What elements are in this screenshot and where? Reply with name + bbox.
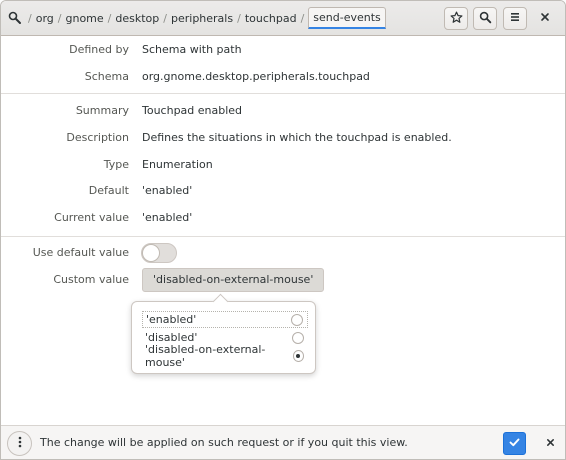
path-segment-org[interactable]: org (36, 12, 54, 25)
custom-value-row: Custom value 'disabled-on-external-mouse… (1, 268, 565, 292)
search-in-path-icon[interactable] (6, 7, 24, 29)
path-segment-current-key[interactable]: send-events (308, 7, 386, 29)
description-label: Description (66, 131, 129, 144)
defined-by-label: Defined by (69, 43, 129, 56)
current-value-row: Current value 'enabled' (1, 208, 565, 228)
path-separator: / (57, 11, 62, 25)
schema-row: Schema org.gnome.desktop.peripherals.tou… (1, 67, 565, 87)
option-disabled-on-external-mouse[interactable]: 'disabled-on-external-mouse' (142, 343, 308, 369)
separator (1, 93, 565, 94)
path-separator: / (237, 11, 241, 25)
default-row: Default 'enabled' (1, 181, 565, 201)
main-menu-button[interactable] (503, 7, 527, 30)
schema-label: Schema (84, 70, 129, 83)
option-label: 'enabled' (146, 313, 197, 326)
custom-value-dropdown[interactable]: 'disabled-on-external-mouse' (142, 268, 325, 292)
pending-changes-bar: The change will be applied on such reque… (1, 425, 565, 459)
header-bar: / org / gnome / desktop / peripherals / touch… (1, 1, 565, 36)
radio-unchecked-icon (292, 331, 304, 344)
dconf-editor-window: / org / gnome / desktop / peripherals / touch… (0, 0, 566, 460)
apply-changes-button[interactable] (503, 432, 526, 455)
enum-options-popover: 'enabled' 'disabled' 'disabled-on-extern… (131, 301, 316, 374)
path-segment-touchpad[interactable]: touchpad (245, 12, 297, 25)
summary-label: Summary (75, 104, 129, 117)
pending-changes-message: The change will be applied on such reque… (40, 436, 408, 449)
defined-by-value: Schema with path (142, 43, 242, 56)
type-row: Type Enumeration (1, 155, 565, 175)
search-button[interactable] (473, 7, 497, 30)
radio-checked-icon (292, 349, 304, 362)
current-value-value: 'enabled' (142, 211, 193, 224)
close-icon (546, 437, 555, 450)
radio-unchecked-icon (291, 313, 303, 326)
summary-value: Touchpad enabled (142, 104, 243, 117)
path-separator: / (300, 11, 305, 25)
use-default-row: Use default value (1, 243, 565, 263)
path-bar: / org / gnome / desktop / peripherals / touch… (6, 7, 386, 29)
bookmark-star-icon (450, 11, 463, 27)
default-value: 'enabled' (142, 184, 193, 197)
delay-mode-menu-button[interactable] (7, 431, 32, 456)
option-enabled[interactable]: 'enabled' (142, 311, 308, 328)
close-icon (540, 12, 550, 25)
path-separator: / (107, 11, 112, 25)
path-separator: / (163, 11, 167, 25)
description-value: Defines the situations in which the touc… (142, 131, 452, 144)
current-value-label: Current value (54, 211, 129, 224)
type-label: Type (103, 158, 129, 171)
defined-by-row: Defined by Schema with path (1, 40, 565, 60)
custom-value-label: Custom value (53, 273, 129, 286)
dismiss-changes-button[interactable] (541, 434, 559, 452)
vertical-dots-icon (18, 436, 22, 451)
checkmark-icon (509, 437, 520, 450)
default-label: Default (88, 184, 129, 197)
bookmark-button[interactable] (444, 7, 468, 30)
path-segment-peripherals[interactable]: peripherals (171, 12, 233, 25)
summary-row: Summary Touchpad enabled (1, 101, 565, 121)
use-default-label: Use default value (32, 246, 129, 259)
use-default-switch[interactable] (141, 243, 177, 263)
schema-value: org.gnome.desktop.peripherals.touchpad (142, 70, 370, 83)
option-label: 'disabled-on-external-mouse' (145, 342, 266, 369)
separator (1, 236, 565, 237)
hamburger-menu-icon (509, 11, 521, 26)
type-value: Enumeration (142, 158, 213, 171)
description-row: Description Defines the situations in wh… (1, 128, 565, 148)
search-icon (479, 11, 492, 27)
path-segment-desktop[interactable]: desktop (115, 12, 159, 25)
path-segment-gnome[interactable]: gnome (65, 12, 103, 25)
close-window-button[interactable] (535, 8, 555, 28)
switch-knob (142, 244, 160, 262)
path-separator: / (28, 11, 32, 25)
